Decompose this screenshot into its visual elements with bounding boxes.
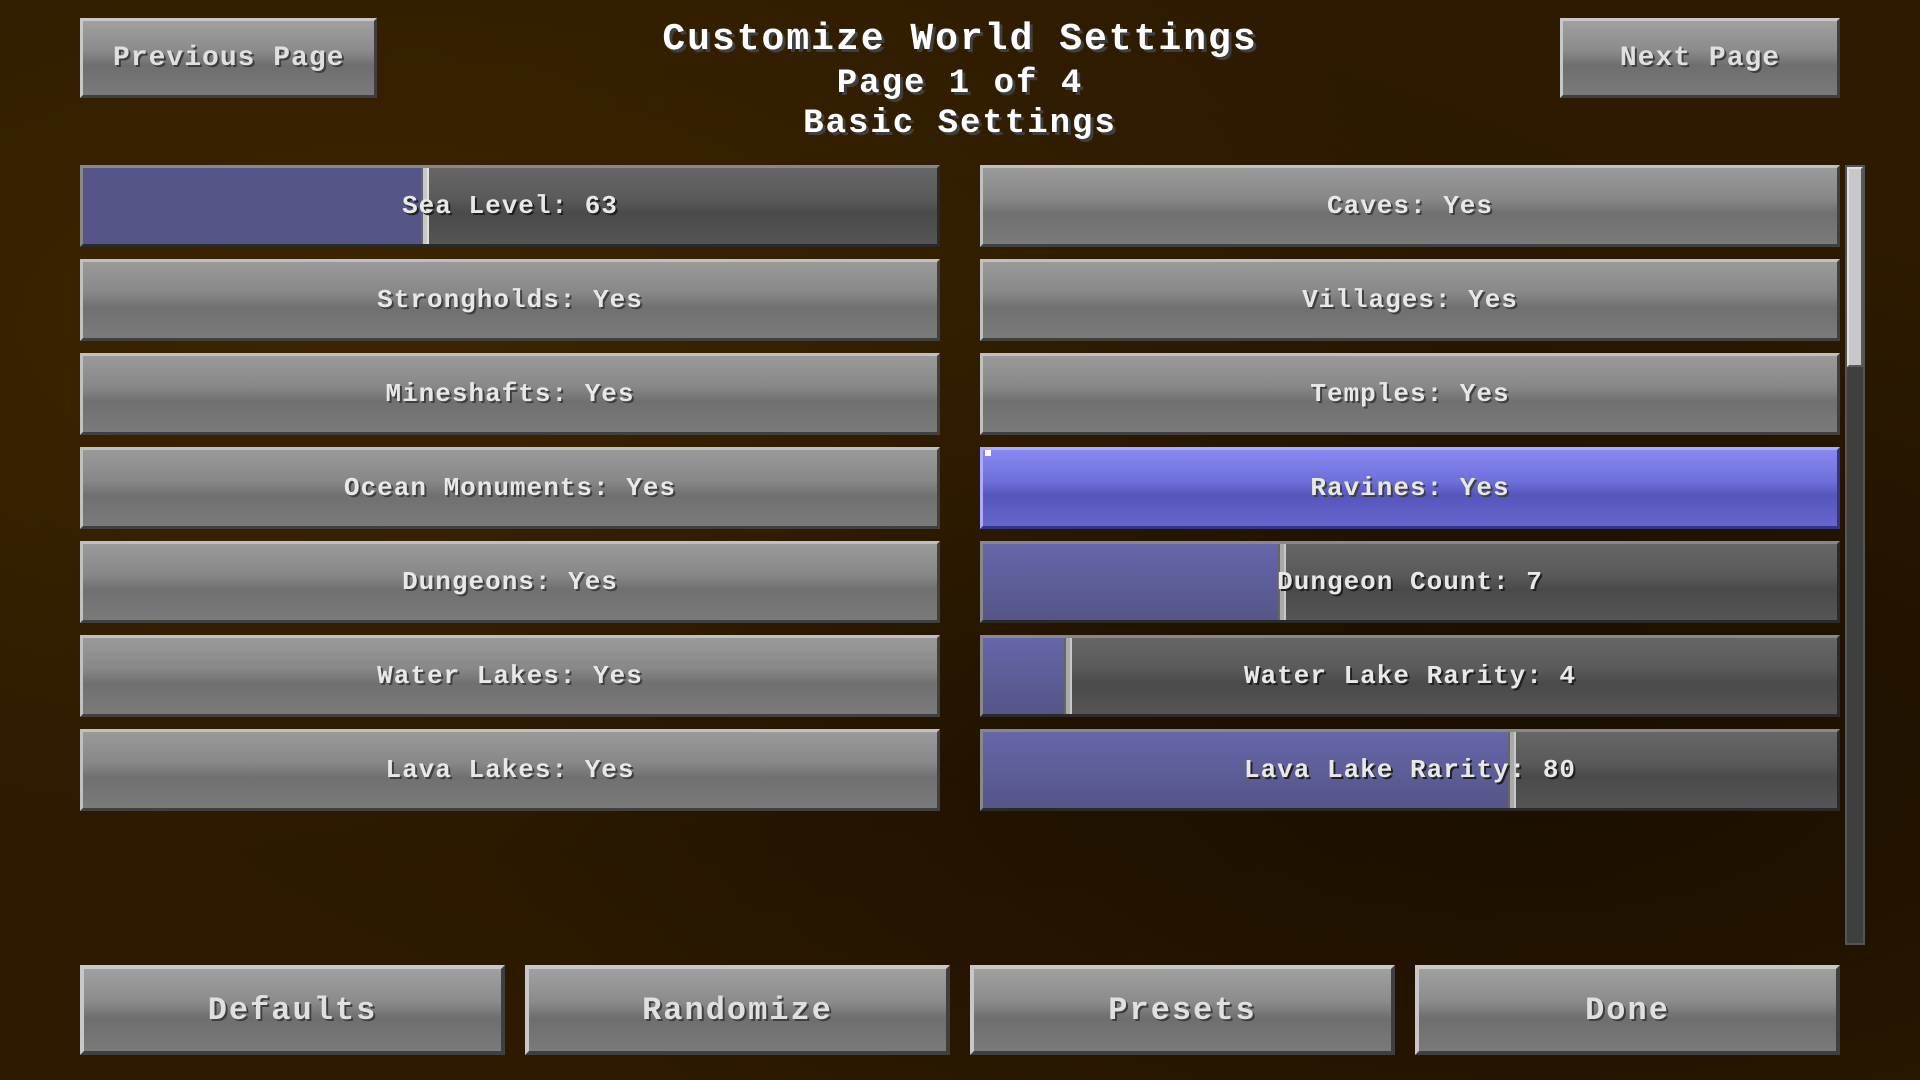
page-subtitle: Basic Settings (0, 105, 1920, 143)
scrollbar-track[interactable] (1845, 165, 1865, 945)
strongholds-label: Strongholds: Yes (377, 285, 643, 315)
ocean-monuments-label: Ocean Monuments: Yes (344, 473, 676, 503)
page-wrapper: Previous Page Customize World Settings P… (0, 0, 1920, 1080)
water-lakes-label: Water Lakes: Yes (377, 661, 643, 691)
caves-label: Caves: Yes (1327, 191, 1493, 221)
lava-lakes-label: Lava Lakes: Yes (385, 755, 634, 785)
bottom-toolbar: Defaults Randomize Presets Done (0, 945, 1920, 1080)
setting-dungeons[interactable]: Dungeons: Yes (80, 541, 940, 623)
temples-label: Temples: Yes (1310, 379, 1509, 409)
randomize-button[interactable]: Randomize (525, 965, 950, 1055)
water-lake-rarity-label: Water Lake Rarity: 4 (983, 661, 1837, 691)
setting-sea-level[interactable]: Sea Level: 63 (80, 165, 940, 247)
mineshafts-label: Mineshafts: Yes (385, 379, 634, 409)
defaults-button[interactable]: Defaults (80, 965, 505, 1055)
setting-caves[interactable]: Caves: Yes (980, 165, 1840, 247)
prev-page-button[interactable]: Previous Page (80, 18, 377, 98)
next-page-button[interactable]: Next Page (1560, 18, 1840, 98)
setting-temples[interactable]: Temples: Yes (980, 353, 1840, 435)
sea-level-label: Sea Level: 63 (83, 191, 937, 221)
header: Previous Page Customize World Settings P… (0, 0, 1920, 155)
villages-label: Villages: Yes (1302, 285, 1518, 315)
setting-villages[interactable]: Villages: Yes (980, 259, 1840, 341)
done-button[interactable]: Done (1415, 965, 1840, 1055)
setting-strongholds[interactable]: Strongholds: Yes (80, 259, 940, 341)
presets-button[interactable]: Presets (970, 965, 1395, 1055)
ravines-label: Ravines: Yes (1310, 473, 1509, 503)
scrollbar-thumb[interactable] (1847, 167, 1863, 367)
setting-lava-lakes[interactable]: Lava Lakes: Yes (80, 729, 940, 811)
setting-water-lakes[interactable]: Water Lakes: Yes (80, 635, 940, 717)
content-area: Sea Level: 63 Strongholds: Yes Mineshaft… (0, 165, 1920, 945)
lava-lake-rarity-label: Lava Lake Rarity: 80 (983, 755, 1837, 785)
right-column: Caves: Yes Villages: Yes Temples: Yes Ra… (960, 165, 1840, 945)
setting-ravines[interactable]: Ravines: Yes (980, 447, 1840, 529)
left-column: Sea Level: 63 Strongholds: Yes Mineshaft… (80, 165, 960, 945)
setting-lava-lake-rarity[interactable]: Lava Lake Rarity: 80 (980, 729, 1840, 811)
setting-water-lake-rarity[interactable]: Water Lake Rarity: 4 (980, 635, 1840, 717)
setting-ocean-monuments[interactable]: Ocean Monuments: Yes (80, 447, 940, 529)
dungeons-label: Dungeons: Yes (402, 567, 618, 597)
setting-mineshafts[interactable]: Mineshafts: Yes (80, 353, 940, 435)
setting-dungeon-count[interactable]: Dungeon Count: 7 (980, 541, 1840, 623)
dungeon-count-label: Dungeon Count: 7 (983, 567, 1837, 597)
